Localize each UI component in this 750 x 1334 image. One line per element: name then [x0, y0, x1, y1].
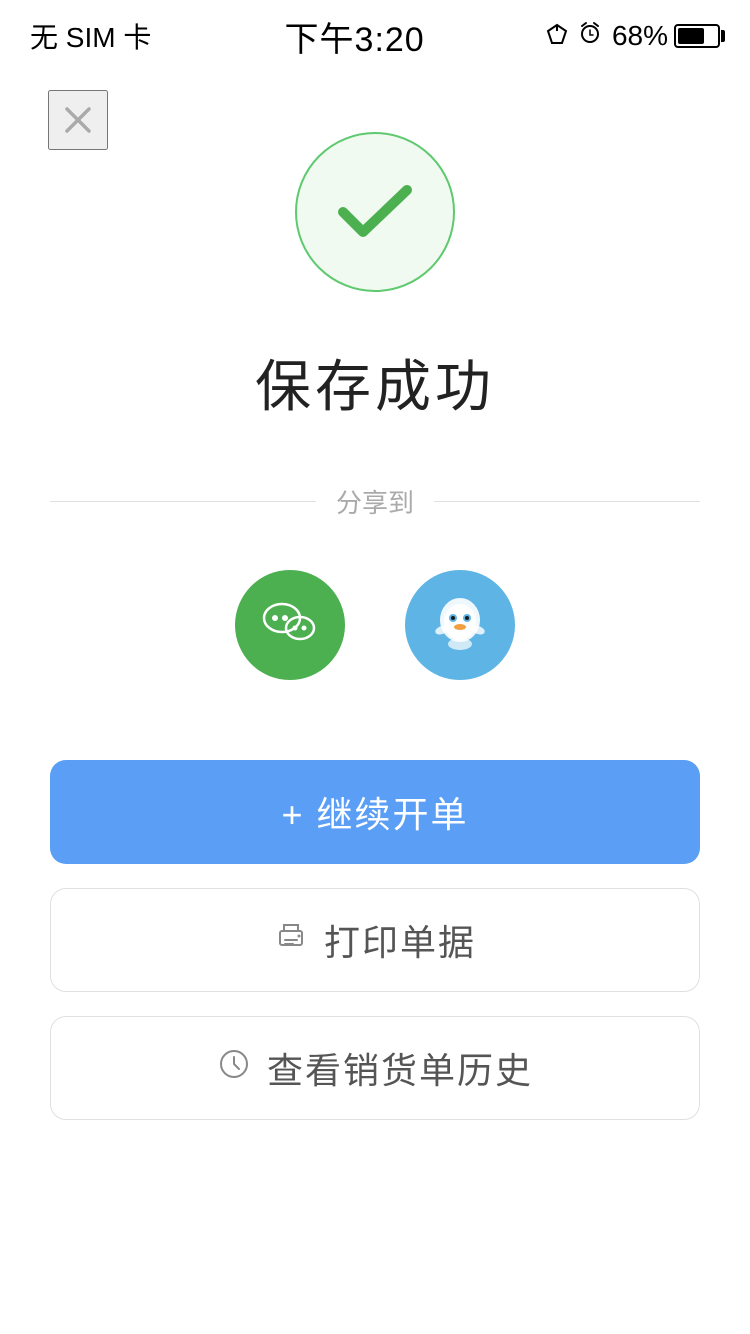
close-button[interactable]: [48, 90, 108, 150]
main-content: 保存成功 分享到: [0, 72, 750, 1120]
print-icon: [274, 919, 308, 962]
status-left: 无 SIM 卡: [30, 16, 163, 56]
share-label: 分享到: [336, 483, 414, 520]
battery-fill: [678, 28, 704, 44]
history-button-label: 查看销货单历史: [267, 1042, 533, 1094]
print-button-label: 打印单据: [324, 914, 476, 966]
divider-left: [50, 501, 316, 502]
print-button[interactable]: 打印单据: [50, 888, 700, 992]
divider-right: [434, 501, 700, 502]
status-right: 68%: [546, 20, 720, 52]
battery-percent: 68%: [612, 20, 668, 52]
battery-icon: [674, 24, 720, 48]
status-bar: 无 SIM 卡 下午3:20: [0, 0, 750, 72]
alarm-icon: [578, 20, 602, 52]
share-buttons: [235, 570, 515, 680]
history-icon: [217, 1047, 251, 1090]
history-button[interactable]: 查看销货单历史: [50, 1016, 700, 1120]
qq-share-button[interactable]: [405, 570, 515, 680]
action-buttons: + 继续开单 打印单据 查看销: [50, 760, 700, 1120]
location-icon: [546, 20, 568, 52]
continue-button[interactable]: + 继续开单: [50, 760, 700, 864]
battery-container: 68%: [612, 20, 720, 52]
share-divider: 分享到: [50, 483, 700, 520]
success-title: 保存成功: [255, 342, 495, 423]
carrier-text: 无 SIM 卡: [30, 16, 151, 56]
success-circle: [295, 132, 455, 292]
status-time: 下午3:20: [285, 12, 425, 61]
wechat-share-button[interactable]: [235, 570, 345, 680]
continue-button-label: + 继续开单: [281, 786, 468, 838]
